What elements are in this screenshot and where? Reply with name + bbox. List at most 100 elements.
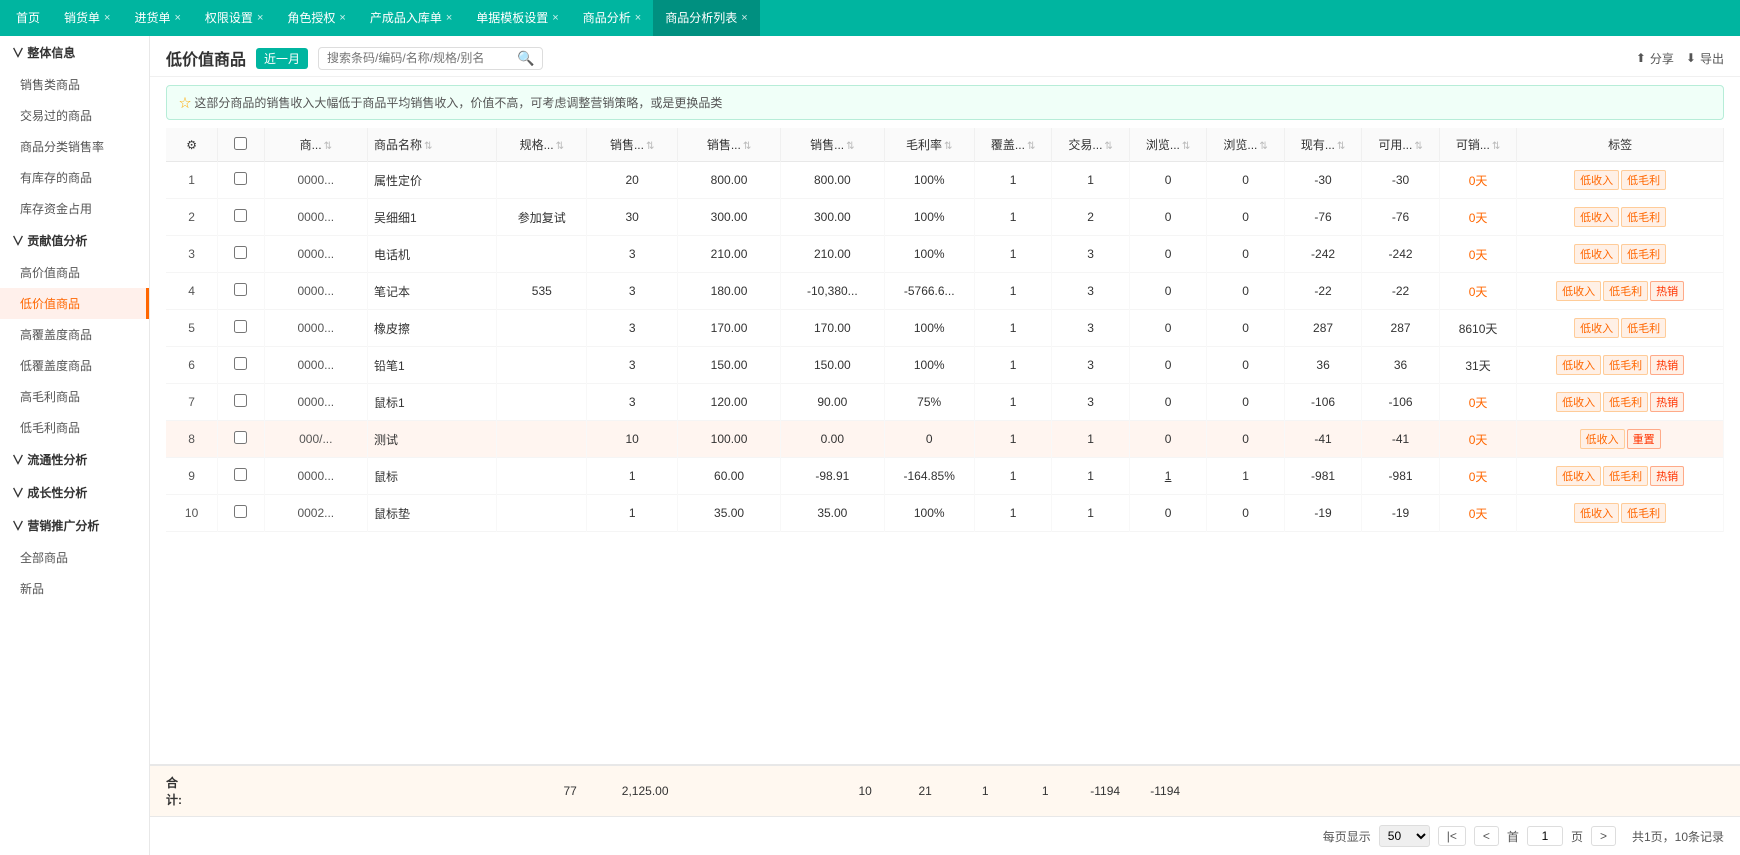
table-container[interactable]: ⚙ 商...⇅ 商品名称⇅ 规格...⇅ 销售...⇅ 销售...⇅ 销售...…: [150, 128, 1740, 764]
tag-低收入[interactable]: 低收入: [1580, 429, 1625, 449]
nav-home[interactable]: 首页: [4, 0, 52, 36]
row-checkbox[interactable]: [234, 320, 247, 333]
sidebar-item-high-profit[interactable]: 高毛利商品: [0, 381, 149, 412]
nav-close-template[interactable]: ×: [552, 0, 558, 36]
row-checkbox[interactable]: [234, 246, 247, 259]
nav-template-settings[interactable]: 单据模板设置 ×: [464, 0, 570, 36]
tag-热销[interactable]: 热销: [1650, 281, 1684, 301]
nav-role-auth[interactable]: 角色授权 ×: [275, 0, 357, 36]
nav-purchase-order[interactable]: 进货单 ×: [122, 0, 192, 36]
sidebar-group-growth[interactable]: ∨ 成长性分析: [0, 476, 149, 509]
row-checkbox-cell[interactable]: [218, 199, 264, 236]
export-button[interactable]: ⬇ 导出: [1686, 50, 1724, 67]
col-header-gross[interactable]: 毛利率⇅: [884, 128, 974, 162]
tag-低收入[interactable]: 低收入: [1574, 170, 1619, 190]
sidebar-item-high-value[interactable]: 高价值商品: [0, 257, 149, 288]
row-checkbox-cell[interactable]: [218, 421, 264, 458]
nav-close-storage[interactable]: ×: [446, 0, 452, 36]
sidebar-group-marketing[interactable]: ∨ 营销推广分析: [0, 509, 149, 542]
tag-低毛利[interactable]: 低毛利: [1621, 170, 1666, 190]
tag-热销[interactable]: 热销: [1650, 392, 1684, 412]
tag-低收入[interactable]: 低收入: [1574, 318, 1619, 338]
tag-热销[interactable]: 热销: [1650, 355, 1684, 375]
row-checkbox-cell[interactable]: [218, 273, 264, 310]
row-checkbox[interactable]: [234, 505, 247, 518]
row-checkbox-cell[interactable]: [218, 310, 264, 347]
col-header-view2[interactable]: 浏览...⇅: [1207, 128, 1284, 162]
col-header-view1[interactable]: 浏览...⇅: [1129, 128, 1206, 162]
tag-热销[interactable]: 热销: [1650, 466, 1684, 486]
tag-低毛利[interactable]: 低毛利: [1603, 355, 1648, 375]
sidebar-item-sales-products[interactable]: 销售类商品: [0, 69, 149, 100]
tag-低毛利[interactable]: 低毛利: [1621, 244, 1666, 264]
nav-close-analysis-list[interactable]: ×: [741, 0, 747, 36]
col-header-sales-qty[interactable]: 销售...⇅: [587, 128, 677, 162]
page-input[interactable]: [1527, 826, 1563, 846]
nav-permission[interactable]: 权限设置 ×: [193, 0, 275, 36]
row-checkbox[interactable]: [234, 431, 247, 444]
row-checkbox[interactable]: [234, 394, 247, 407]
first-page-btn[interactable]: |<: [1438, 826, 1466, 846]
col-header-stock[interactable]: 现有...⇅: [1284, 128, 1361, 162]
tag-低收入[interactable]: 低收入: [1574, 244, 1619, 264]
sidebar-item-all-products[interactable]: 全部商品: [0, 542, 149, 573]
row-checkbox[interactable]: [234, 357, 247, 370]
sidebar-item-category-rate[interactable]: 商品分类销售率: [0, 131, 149, 162]
tag-低收入[interactable]: 低收入: [1556, 392, 1601, 412]
col-header-sellable[interactable]: 可销...⇅: [1439, 128, 1516, 162]
sidebar-item-traded-products[interactable]: 交易过的商品: [0, 100, 149, 131]
sidebar-item-new-products[interactable]: 新品: [0, 573, 149, 604]
row-checkbox-cell[interactable]: [218, 162, 264, 199]
filter-tag-recent-month[interactable]: 近一月: [256, 48, 308, 69]
search-input[interactable]: [327, 51, 517, 65]
sidebar-group-circulation[interactable]: ∨ 流通性分析: [0, 443, 149, 476]
sidebar-group-overall[interactable]: ∨ 整体信息: [0, 36, 149, 69]
col-header-sales-amount[interactable]: 销售...⇅: [677, 128, 780, 162]
tag-低毛利[interactable]: 低毛利: [1603, 466, 1648, 486]
col-header-sales-avg[interactable]: 销售...⇅: [781, 128, 884, 162]
row-checkbox[interactable]: [234, 283, 247, 296]
nav-close-role[interactable]: ×: [339, 0, 345, 36]
sidebar-item-stock-products[interactable]: 有库存的商品: [0, 162, 149, 193]
col-header-spec[interactable]: 规格...⇅: [497, 128, 587, 162]
settings-icon[interactable]: ⚙: [186, 138, 197, 152]
col-header-checkbox[interactable]: [218, 128, 264, 162]
tag-低毛利[interactable]: 低毛利: [1603, 392, 1648, 412]
tag-低收入[interactable]: 低收入: [1556, 466, 1601, 486]
sidebar-item-low-value[interactable]: 低价值商品: [0, 288, 149, 319]
nav-product-analysis[interactable]: 商品分析 ×: [571, 0, 653, 36]
nav-close-analysis[interactable]: ×: [635, 0, 641, 36]
tag-重置[interactable]: 重置: [1627, 429, 1661, 449]
next-page-btn[interactable]: >: [1591, 826, 1616, 846]
col-header-name[interactable]: 商品名称⇅: [367, 128, 496, 162]
row-checkbox[interactable]: [234, 468, 247, 481]
search-icon[interactable]: 🔍: [517, 50, 534, 67]
prev-page-btn[interactable]: <: [1474, 826, 1499, 846]
page-size-select[interactable]: 50 100: [1379, 825, 1430, 847]
nav-product-storage[interactable]: 产成品入库单 ×: [358, 0, 464, 36]
nav-sales-order[interactable]: 销货单 ×: [52, 0, 122, 36]
row-checkbox-cell[interactable]: [218, 495, 264, 532]
row-checkbox[interactable]: [234, 172, 247, 185]
tag-低收入[interactable]: 低收入: [1556, 355, 1601, 375]
tag-低收入[interactable]: 低收入: [1574, 503, 1619, 523]
tag-低毛利[interactable]: 低毛利: [1603, 281, 1648, 301]
select-all-checkbox[interactable]: [234, 137, 247, 150]
col-header-trade[interactable]: 交易...⇅: [1052, 128, 1129, 162]
nav-close-sales[interactable]: ×: [104, 0, 110, 36]
tag-低收入[interactable]: 低收入: [1556, 281, 1601, 301]
nav-close-permission[interactable]: ×: [257, 0, 263, 36]
col-header-available[interactable]: 可用...⇅: [1362, 128, 1439, 162]
sidebar-group-contribution[interactable]: ∨ 贡献值分析: [0, 224, 149, 257]
sidebar-item-high-coverage[interactable]: 高覆盖度商品: [0, 319, 149, 350]
sidebar-item-stock-capital[interactable]: 库存资金占用: [0, 193, 149, 224]
sidebar-item-low-profit[interactable]: 低毛利商品: [0, 412, 149, 443]
col-header-code[interactable]: 商...⇅: [264, 128, 367, 162]
col-header-coverage[interactable]: 覆盖...⇅: [974, 128, 1051, 162]
tag-低收入[interactable]: 低收入: [1574, 207, 1619, 227]
share-button[interactable]: ⬆ 分享: [1636, 50, 1674, 67]
row-checkbox-cell[interactable]: [218, 347, 264, 384]
sidebar-item-low-coverage[interactable]: 低覆盖度商品: [0, 350, 149, 381]
tag-低毛利[interactable]: 低毛利: [1621, 318, 1666, 338]
nav-product-analysis-list[interactable]: 商品分析列表 ×: [653, 0, 759, 36]
